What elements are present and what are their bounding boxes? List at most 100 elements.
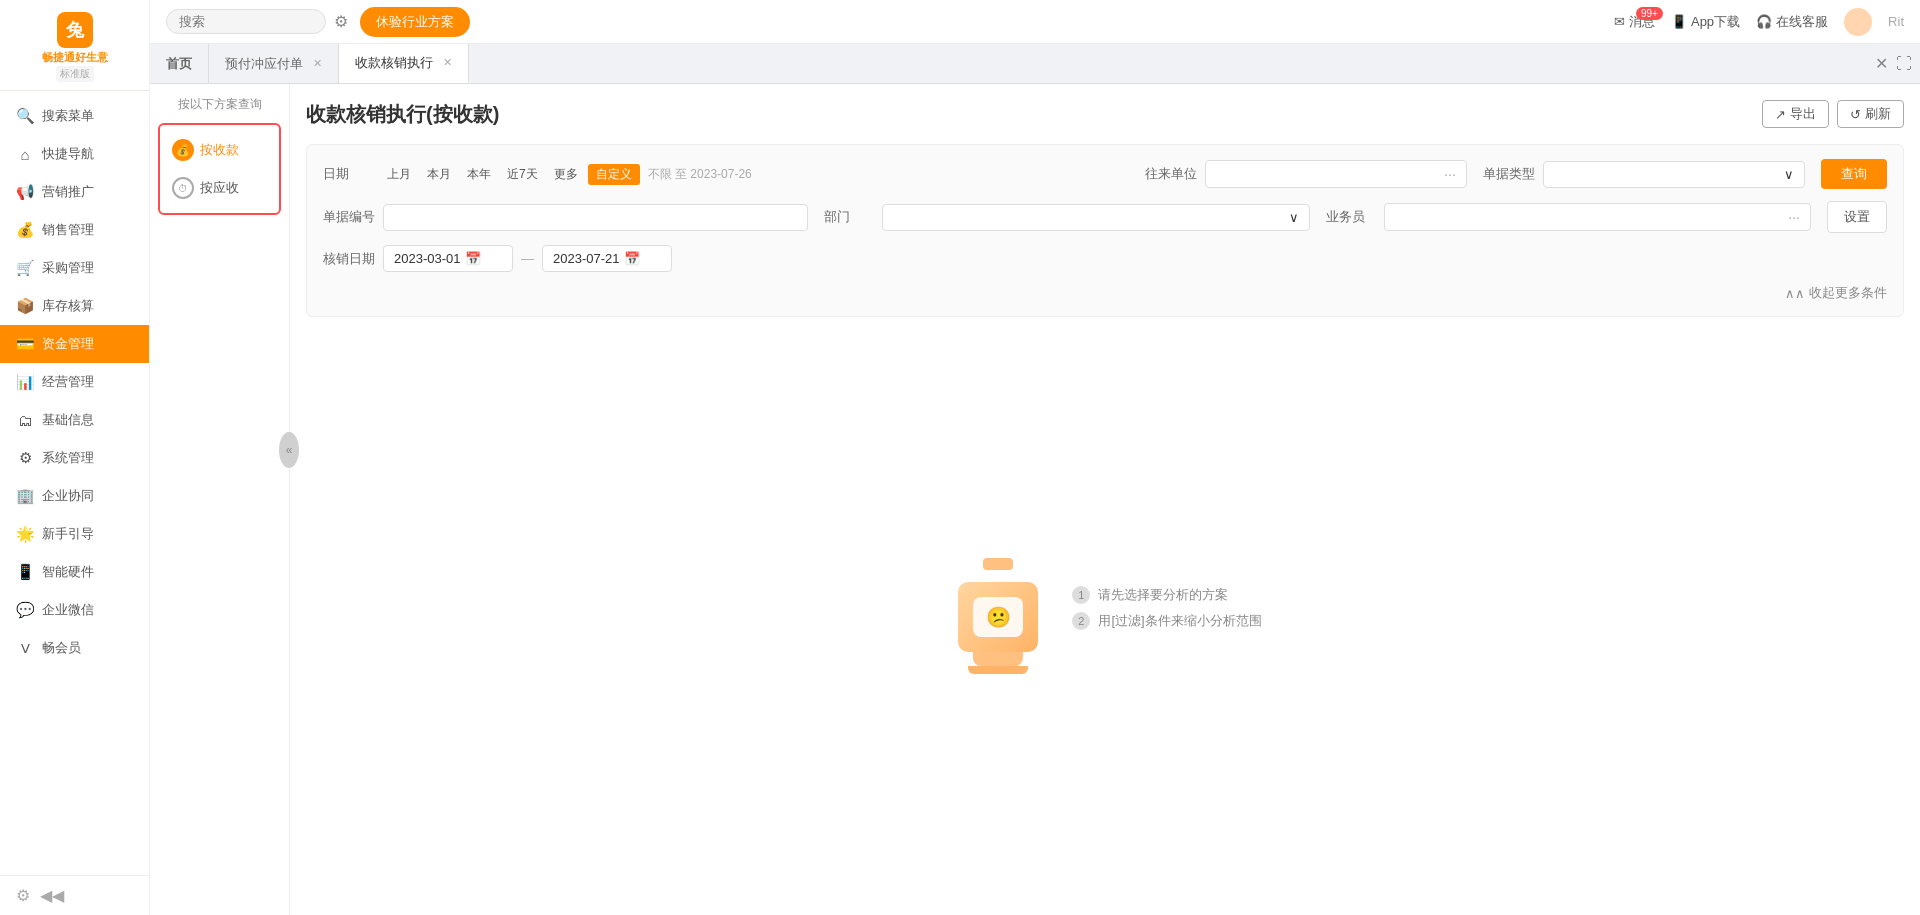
sidebar-menu: 🔍 搜索菜单 ⌂ 快捷导航 📢 营销推广 💰 销售管理 🛒 采购管理 📦 库存核…	[0, 91, 149, 875]
tab-writeoff[interactable]: 收款核销执行 ✕	[339, 44, 469, 83]
doc-type-label: 单据类型	[1483, 165, 1535, 183]
close-prepay-tab-icon[interactable]: ✕	[313, 57, 322, 70]
tip-text-2: 用[过滤]条件来缩小分析范围	[1098, 612, 1261, 630]
corp-icon: 🏢	[16, 487, 34, 505]
close-tab-btn[interactable]: ✕	[1875, 54, 1888, 73]
date-separator: —	[521, 251, 534, 266]
doc-type-select[interactable]: ∨	[1543, 161, 1805, 188]
receivable-icon: ⏱	[172, 177, 194, 199]
sidebar-item-hardware[interactable]: 📱 智能硬件	[0, 553, 149, 591]
close-writeoff-tab-icon[interactable]: ✕	[443, 56, 452, 69]
partner-dots-icon[interactable]: ···	[1444, 166, 1456, 182]
message-icon: ✉	[1614, 14, 1625, 29]
sidebar-item-business[interactable]: 📊 经营管理	[0, 363, 149, 401]
message-badge: 99+	[1636, 7, 1663, 20]
sidebar-item-wechat[interactable]: 💬 企业微信	[0, 591, 149, 629]
sidebar-item-purchase[interactable]: 🛒 采购管理	[0, 249, 149, 287]
export-btn[interactable]: ↗ 导出	[1762, 100, 1829, 128]
sidebar-item-beginner[interactable]: 🌟 新手引导	[0, 515, 149, 553]
collapse-more-btn[interactable]: ∧∧ 收起更多条件	[323, 284, 1887, 302]
date-btn-7days[interactable]: 近7天	[501, 164, 544, 185]
partner-label: 往来单位	[1145, 165, 1197, 183]
calendar-end-icon[interactable]: 📅	[624, 251, 640, 266]
sidebar-item-corp[interactable]: 🏢 企业协同	[0, 477, 149, 515]
page-content: 按以下方案查询 💰 按收款 ⏱ 按应收 « 收款核销执行(按收款)	[150, 84, 1920, 915]
writeoff-date-label: 核销日期	[323, 250, 375, 268]
date-btn-this-year[interactable]: 本年	[461, 164, 497, 185]
calendar-start-icon[interactable]: 📅	[465, 251, 481, 266]
query-btn[interactable]: 查询	[1821, 159, 1887, 189]
dept-select[interactable]: ∨	[882, 204, 1309, 231]
sidebar-item-basic-info[interactable]: 🗂 基础信息	[0, 401, 149, 439]
expand-tab-btn[interactable]: ⛶	[1896, 55, 1912, 73]
business-icon: 📊	[16, 373, 34, 391]
filter-by-receivable[interactable]: ⏱ 按应收	[166, 169, 273, 207]
writeoff-date-start-input[interactable]: 2023-03-01 📅	[383, 245, 513, 272]
logo-icon: 兔	[57, 12, 93, 48]
staff-dots-icon[interactable]: ···	[1788, 209, 1800, 225]
sidebar-item-inventory[interactable]: 📦 库存核算	[0, 287, 149, 325]
topbar: ⚙ 休验行业方案 ✉ 消息 99+ 📱 App下载 🎧 在线客服 Rit	[150, 0, 1920, 44]
marketing-icon: 📢	[16, 183, 34, 201]
partner-select[interactable]: ···	[1205, 160, 1467, 188]
staff-select[interactable]: ···	[1384, 203, 1811, 231]
sidebar-item-label: 销售管理	[42, 221, 94, 239]
writeoff-date-end-input[interactable]: 2023-07-21 📅	[542, 245, 672, 272]
doc-num-input[interactable]	[383, 204, 808, 231]
sidebar-item-system[interactable]: ⚙ 系统管理	[0, 439, 149, 477]
empty-tip-2: 2 用[过滤]条件来缩小分析范围	[1072, 612, 1261, 630]
app-download-btn[interactable]: 📱 App下载	[1671, 13, 1740, 31]
inventory-icon: 📦	[16, 297, 34, 315]
date-field: 日期 上月 本月 本年 近7天 更多 自定义 不限 至 2023-07-26	[323, 164, 1129, 185]
tab-prepay-label: 预付冲应付单	[225, 55, 303, 73]
refresh-icon: ↺	[1850, 107, 1861, 122]
filter-collapse-btn[interactable]: «	[279, 432, 299, 468]
tab-prepay[interactable]: 预付冲应付单 ✕	[209, 44, 339, 83]
date-btn-this-month[interactable]: 本月	[421, 164, 457, 185]
sidebar-item-member[interactable]: Ⅴ 畅会员	[0, 629, 149, 667]
system-icon: ⚙	[16, 449, 34, 467]
sidebar-item-label: 基础信息	[42, 411, 94, 429]
search-icon: 🔍	[16, 107, 34, 125]
doc-type-arrow-icon: ∨	[1784, 167, 1794, 182]
refresh-btn[interactable]: ↺ 刷新	[1837, 100, 1904, 128]
beginner-icon: 🌟	[16, 525, 34, 543]
export-label: 导出	[1790, 105, 1816, 123]
collapse-sidebar-icon[interactable]: ◀◀	[40, 886, 64, 905]
service-icon: 🎧	[1756, 14, 1772, 29]
industry-btn[interactable]: 休验行业方案	[360, 7, 470, 37]
filter-bordered-area: 💰 按收款 ⏱ 按应收	[158, 123, 281, 215]
logo-version: 标准版	[56, 66, 94, 82]
setting-btn[interactable]: 设置	[1827, 201, 1887, 233]
date-btn-more[interactable]: 更多	[548, 164, 584, 185]
sidebar-item-search-menu[interactable]: 🔍 搜索菜单	[0, 97, 149, 135]
sidebar-item-label: 经营管理	[42, 373, 94, 391]
main-area: ⚙ 休验行业方案 ✉ 消息 99+ 📱 App下载 🎧 在线客服 Rit 首页	[150, 0, 1920, 915]
sidebar-item-sales[interactable]: 💰 销售管理	[0, 211, 149, 249]
sidebar-item-quick-nav[interactable]: ⌂ 快捷导航	[0, 135, 149, 173]
form-row-3: 核销日期 2023-03-01 📅 — 2023-07-21 📅	[323, 245, 1887, 272]
sidebar-item-marketing[interactable]: 📢 营销推广	[0, 173, 149, 211]
message-btn[interactable]: ✉ 消息 99+	[1614, 13, 1655, 31]
tab-home[interactable]: 首页	[150, 44, 209, 83]
sidebar-item-finance[interactable]: 💳 资金管理	[0, 325, 149, 363]
date-btn-custom[interactable]: 自定义	[588, 164, 640, 185]
date-btn-last-month[interactable]: 上月	[381, 164, 417, 185]
user-avatar[interactable]	[1844, 8, 1872, 36]
empty-tip-1: 1 请先选择要分析的方案	[1072, 586, 1261, 604]
date-quick-btns: 上月 本月 本年 近7天 更多 自定义 不限 至 2023-07-26	[381, 164, 752, 185]
form-row-2: 单据编号 部门 ∨ 业务员 ···	[323, 201, 1887, 233]
sidebar-item-label: 智能硬件	[42, 563, 94, 581]
gear-icon[interactable]: ⚙	[334, 12, 348, 31]
service-btn[interactable]: 🎧 在线客服	[1756, 13, 1828, 31]
search-input[interactable]	[166, 9, 326, 34]
home-icon: ⌂	[16, 146, 34, 163]
dept-field: 部门 ∨	[824, 204, 1309, 231]
filter-by-receipt[interactable]: 💰 按收款	[166, 131, 273, 169]
topbar-search: ⚙	[166, 9, 348, 34]
settings-bottom-icon[interactable]: ⚙	[16, 886, 30, 905]
sidebar-item-label: 库存核算	[42, 297, 94, 315]
sidebar-item-label: 新手引导	[42, 525, 94, 543]
receipt-icon: 💰	[172, 139, 194, 161]
collapse-more-label: 收起更多条件	[1809, 284, 1887, 302]
